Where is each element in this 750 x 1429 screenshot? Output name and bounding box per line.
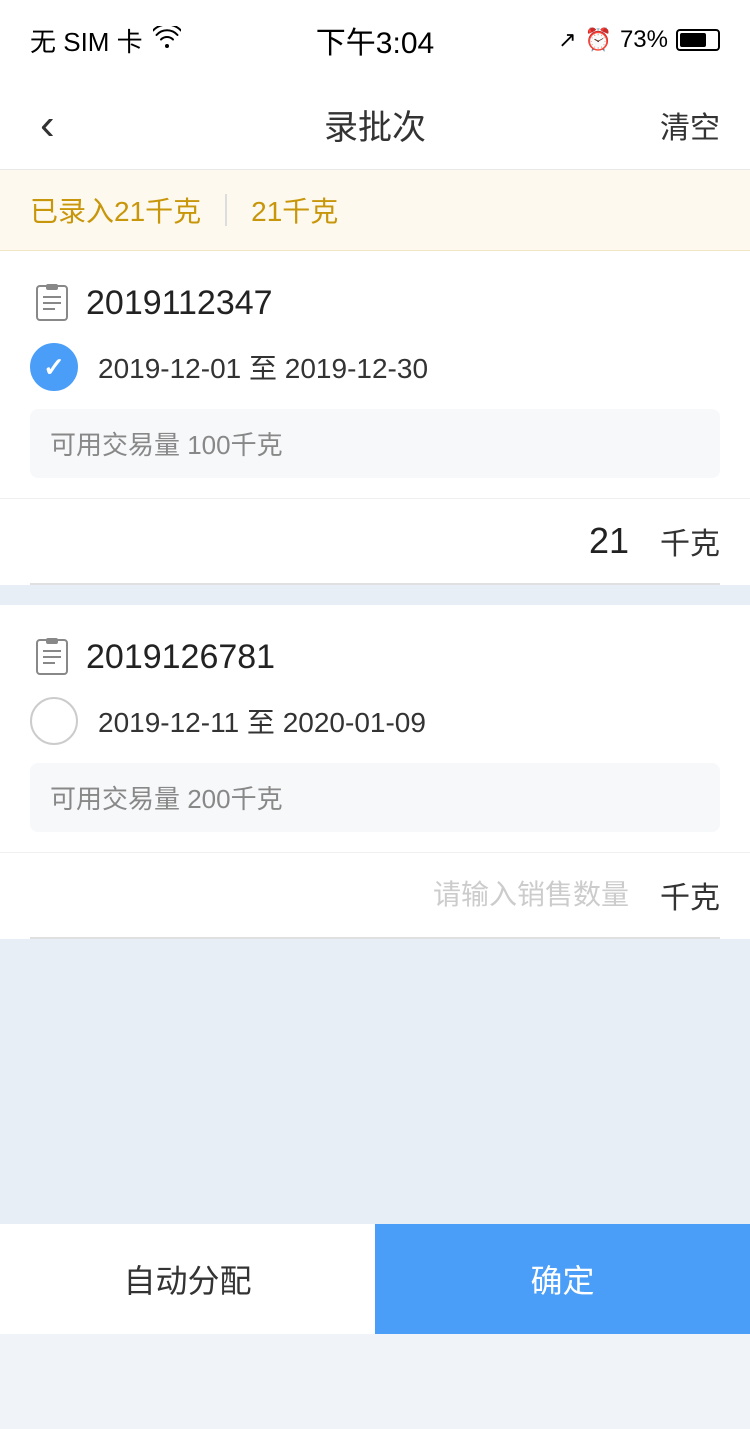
batch2-icon — [30, 635, 74, 679]
status-time: 下午3:04 — [316, 18, 434, 62]
batch1-card: 2019112347 ✓ 2019-12-01 至 2019-12-30 可用交… — [0, 251, 750, 585]
batch1-unit: 千克 — [660, 519, 720, 563]
alarm-icon: ⏰ — [585, 27, 612, 53]
batch2-input-row: 千克 — [0, 852, 750, 937]
bottom-bar: 自动分配 确定 — [0, 1224, 750, 1334]
batch2-date: 2019-12-11 至 2020-01-09 — [98, 701, 426, 741]
auto-distribute-button[interactable]: 自动分配 — [0, 1224, 375, 1334]
total-label: 21千克 — [251, 190, 338, 230]
batch2-row[interactable]: 2019-12-11 至 2020-01-09 — [30, 697, 720, 745]
batch1-available: 可用交易量 100千克 — [30, 409, 720, 478]
batch2-header: 2019126781 — [30, 635, 720, 679]
recorded-label: 已录入21千克 — [30, 190, 201, 230]
status-left: 无 SIM 卡 — [30, 22, 181, 59]
batch2-quantity-input[interactable] — [30, 879, 644, 911]
back-button[interactable]: ‹ — [30, 90, 65, 160]
battery-icon — [676, 29, 720, 51]
batch1-input-row: 千克 — [0, 498, 750, 583]
batch2-unit: 千克 — [660, 873, 720, 917]
status-right: ↗ ⏰ 73% — [558, 26, 720, 54]
batch1-header: 2019112347 — [30, 281, 720, 325]
nav-bar: ‹ 录批次 清空 — [0, 80, 750, 170]
wifi-icon — [153, 26, 181, 55]
batch1-check-icon: ✓ — [43, 352, 65, 383]
batch2-radio[interactable] — [30, 697, 78, 745]
status-bar: 无 SIM 卡 下午3:04 ↗ ⏰ 73% — [0, 0, 750, 80]
carrier-label: 无 SIM 卡 — [30, 22, 143, 59]
battery-percent: 73% — [620, 26, 668, 54]
batch1-quantity-input[interactable] — [30, 520, 644, 562]
summary-bar: 已录入21千克 21千克 — [0, 170, 750, 251]
summary-divider — [225, 194, 227, 226]
section-divider-1 — [0, 585, 750, 605]
confirm-button[interactable]: 确定 — [375, 1224, 750, 1334]
batch2-available: 可用交易量 200千克 — [30, 763, 720, 832]
batch1-icon — [30, 281, 74, 325]
clear-button[interactable]: 清空 — [660, 103, 720, 147]
batch2-card: 2019126781 2019-12-11 至 2020-01-09 可用交易量… — [0, 605, 750, 939]
batch2-id: 2019126781 — [86, 638, 275, 677]
batch1-date: 2019-12-01 至 2019-12-30 — [98, 347, 428, 387]
page-title: 录批次 — [324, 100, 426, 149]
location-icon: ↗ — [558, 27, 576, 53]
batch1-row[interactable]: ✓ 2019-12-01 至 2019-12-30 — [30, 343, 720, 391]
batch1-id: 2019112347 — [86, 284, 273, 323]
batch1-radio[interactable]: ✓ — [30, 343, 78, 391]
